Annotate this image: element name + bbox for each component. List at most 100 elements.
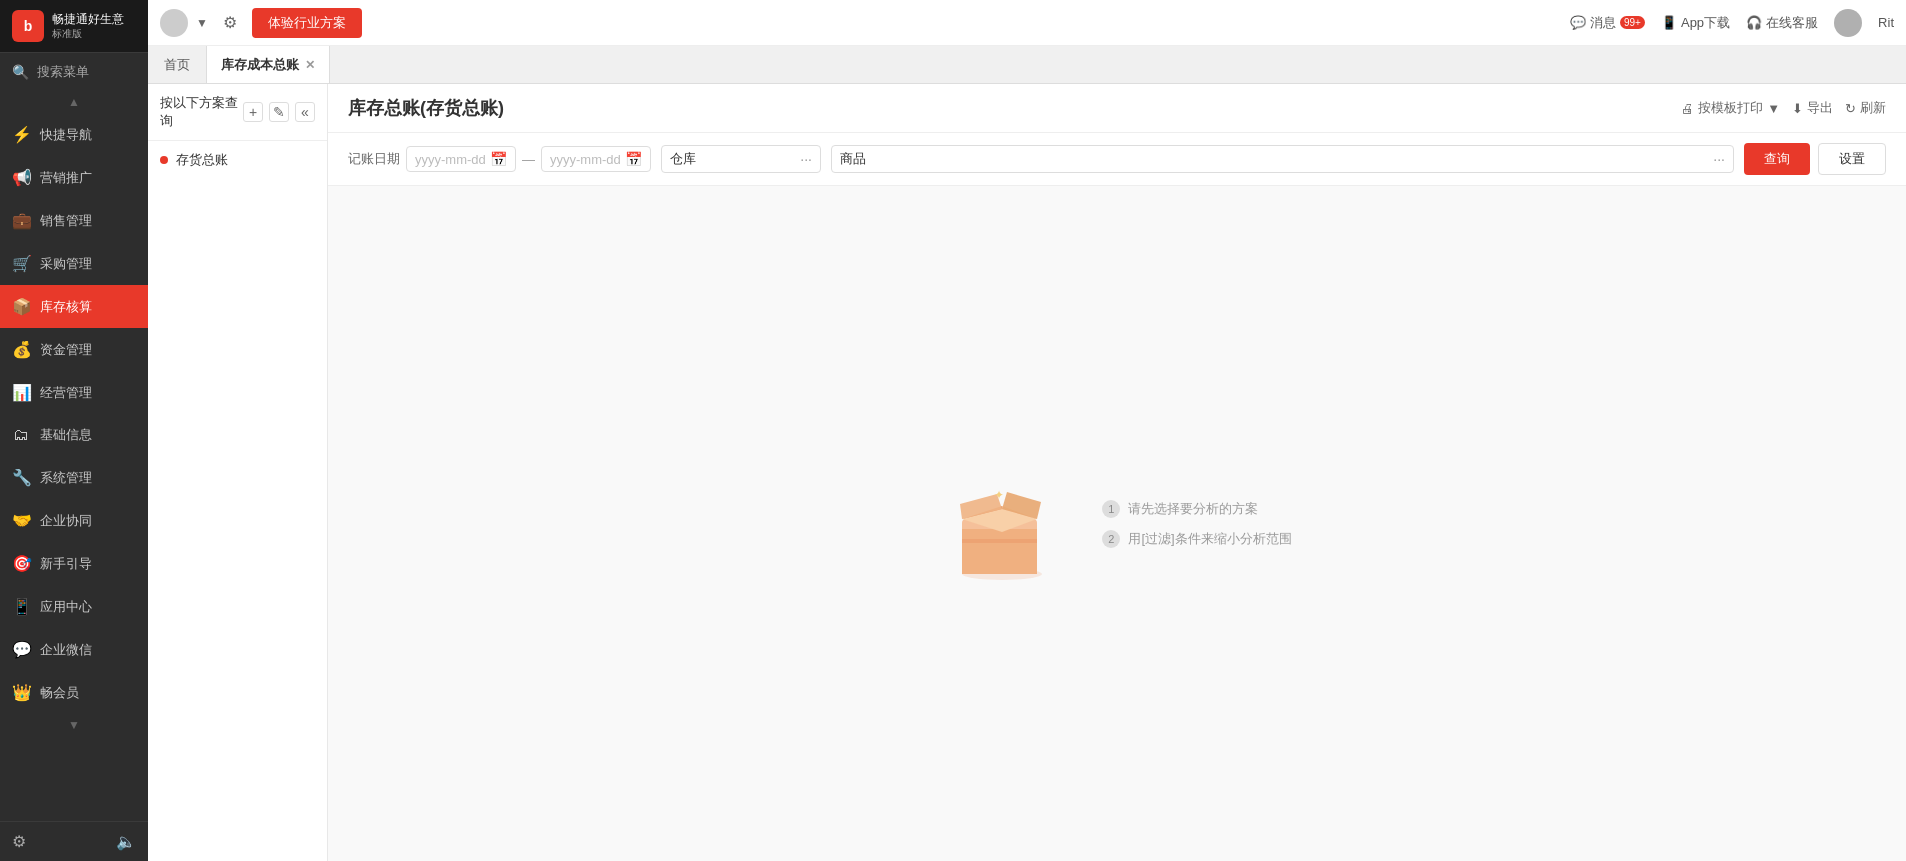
member-icon: 👑 [12,683,30,702]
page-title: 库存总账(存货总账) [348,96,504,120]
scroll-down-arrow[interactable]: ▼ [0,714,148,736]
empty-svg: ✦ [942,464,1062,584]
app-name: 畅捷通好生意 [52,11,124,28]
sidebar-item-label: 营销推广 [40,169,92,187]
app-download-label: App下载 [1681,14,1730,32]
sidebar-item-quick-nav[interactable]: ⚡ 快捷导航 [0,113,148,156]
sidebar-item-label: 应用中心 [40,598,92,616]
home-tab-label: 首页 [164,56,190,74]
search-icon: 🔍 [12,64,29,80]
app-download-item[interactable]: 📱 App下载 [1661,14,1730,32]
settings-button[interactable]: 设置 [1818,143,1886,175]
sidebar-item-finance[interactable]: 💰 资金管理 [0,328,148,371]
sidebar-item-basic[interactable]: 🗂 基础信息 [0,414,148,456]
filter-title: 按以下方案查询 [160,94,243,130]
calendar-from-icon: 📅 [490,151,507,167]
goods-select[interactable]: 商品 ··· [831,145,1734,173]
industry-btn[interactable]: 体验行业方案 [252,8,362,38]
hint-1-text: 请先选择要分析的方案 [1128,500,1258,518]
sidebar-item-guide[interactable]: 🎯 新手引导 [0,542,148,585]
sidebar-item-wechat[interactable]: 💬 企业微信 [0,628,148,671]
sales-icon: 💼 [12,211,30,230]
sidebar-footer: ⚙ 🔈 [0,821,148,861]
refresh-icon: ↻ [1845,101,1856,116]
filter-item-inventory[interactable]: 存货总账 [148,141,327,179]
step-num-1: 1 [1102,500,1120,518]
header-settings-icon[interactable]: ⚙ [216,9,244,37]
hint-2-text: 用[过滤]条件来缩小分析范围 [1128,530,1291,548]
date-from-placeholder: yyyy-mm-dd [415,152,486,167]
settings-icon[interactable]: ⚙ [12,832,26,851]
sidebar-item-purchase[interactable]: 🛒 采购管理 [0,242,148,285]
messages-item[interactable]: 💬 消息 99+ [1570,14,1645,32]
empty-state: ✦ 1 请先选择要分析的方案 [328,186,1906,861]
filter-collapse-btn[interactable]: « [295,102,315,122]
business-icon: 📊 [12,383,30,402]
messages-icon: 💬 [1570,15,1586,30]
sidebar-item-member[interactable]: 👑 畅会员 [0,671,148,714]
quick-nav-icon: ⚡ [12,125,30,144]
filter-add-btn[interactable]: + [243,102,263,122]
online-support-item[interactable]: 🎧 在线客服 [1746,14,1818,32]
sidebar-item-inventory[interactable]: 📦 库存核算 [0,285,148,328]
enterprise-icon: 🤝 [12,511,30,530]
phone-icon: 📱 [1661,15,1677,30]
date-to-input[interactable]: yyyy-mm-dd 📅 [541,146,651,172]
sidebar-nav: ▲ ⚡ 快捷导航 📢 营销推广 💼 销售管理 🛒 采购管理 📦 库存核算 💰 资… [0,91,148,821]
sidebar-item-marketing[interactable]: 📢 营销推广 [0,156,148,199]
audio-icon[interactable]: 🔈 [116,832,136,851]
headset-icon: 🎧 [1746,15,1762,30]
sidebar-item-system[interactable]: 🔧 系统管理 [0,456,148,499]
tab-home[interactable]: 首页 [148,46,207,83]
search-bar: 记账日期 yyyy-mm-dd 📅 — yyyy-mm-dd 📅 [328,133,1906,186]
sidebar-item-label: 企业微信 [40,641,92,659]
sidebar-item-label: 资金管理 [40,341,92,359]
tab-close-icon[interactable]: ✕ [305,58,315,72]
print-btn[interactable]: 🖨 按模板打印 ▼ [1681,99,1780,117]
sidebar-item-label: 采购管理 [40,255,92,273]
basic-icon: 🗂 [12,426,30,444]
date-from-input[interactable]: yyyy-mm-dd 📅 [406,146,516,172]
hint-2: 2 用[过滤]条件来缩小分析范围 [1102,530,1291,548]
sidebar-item-label: 销售管理 [40,212,92,230]
sidebar-item-label: 经营管理 [40,384,92,402]
empty-illustration: ✦ [942,464,1062,584]
header-right: 💬 消息 99+ 📱 App下载 🎧 在线客服 Rit [1570,9,1894,37]
sidebar-item-app-center[interactable]: 📱 应用中心 [0,585,148,628]
export-btn[interactable]: ⬇ 导出 [1792,99,1833,117]
sidebar-item-label: 快捷导航 [40,126,92,144]
inventory-icon: 📦 [12,297,30,316]
marketing-icon: 📢 [12,168,30,187]
refresh-btn[interactable]: ↻ 刷新 [1845,99,1886,117]
warehouse-select[interactable]: 仓库 ··· [661,145,821,173]
filter-edit-btn[interactable]: ✎ [269,102,289,122]
finance-icon: 💰 [12,340,30,359]
goods-label: 商品 [840,150,866,168]
tab-inventory-ledger[interactable]: 库存成本总账 ✕ [207,46,330,83]
print-icon: 🖨 [1681,101,1694,116]
search-menu-item[interactable]: 🔍 搜索菜单 [0,53,148,91]
user-name: Rit [1878,15,1894,30]
sidebar-item-business[interactable]: 📊 经营管理 [0,371,148,414]
system-icon: 🔧 [12,468,30,487]
filter-dot [160,156,168,164]
collapse-icon: « [301,104,309,120]
export-label: 导出 [1807,99,1833,117]
scroll-up-arrow[interactable]: ▲ [0,91,148,113]
query-button[interactable]: 查询 [1744,143,1810,175]
header-dropdown-button[interactable]: ▼ [196,16,208,30]
filter-header: 按以下方案查询 + ✎ « [148,84,327,141]
empty-hints: 1 请先选择要分析的方案 2 用[过滤]条件来缩小分析范围 [1102,500,1291,548]
sidebar-item-sales[interactable]: 💼 销售管理 [0,199,148,242]
sidebar-item-label: 畅会员 [40,684,79,702]
sidebar-item-enterprise[interactable]: 🤝 企业协同 [0,499,148,542]
edit-icon: ✎ [273,104,285,120]
sidebar-item-label: 系统管理 [40,469,92,487]
warehouse-label: 仓库 [670,150,696,168]
svg-rect-9 [962,539,1037,543]
date-to-placeholder: yyyy-mm-dd [550,152,621,167]
main-area: ▼ ⚙ 体验行业方案 💬 消息 99+ 📱 App下载 🎧 在线客服 Rit [148,0,1906,861]
sidebar-item-label: 库存核算 [40,298,92,316]
sidebar-item-label: 基础信息 [40,426,92,444]
user-avatar[interactable] [1834,9,1862,37]
